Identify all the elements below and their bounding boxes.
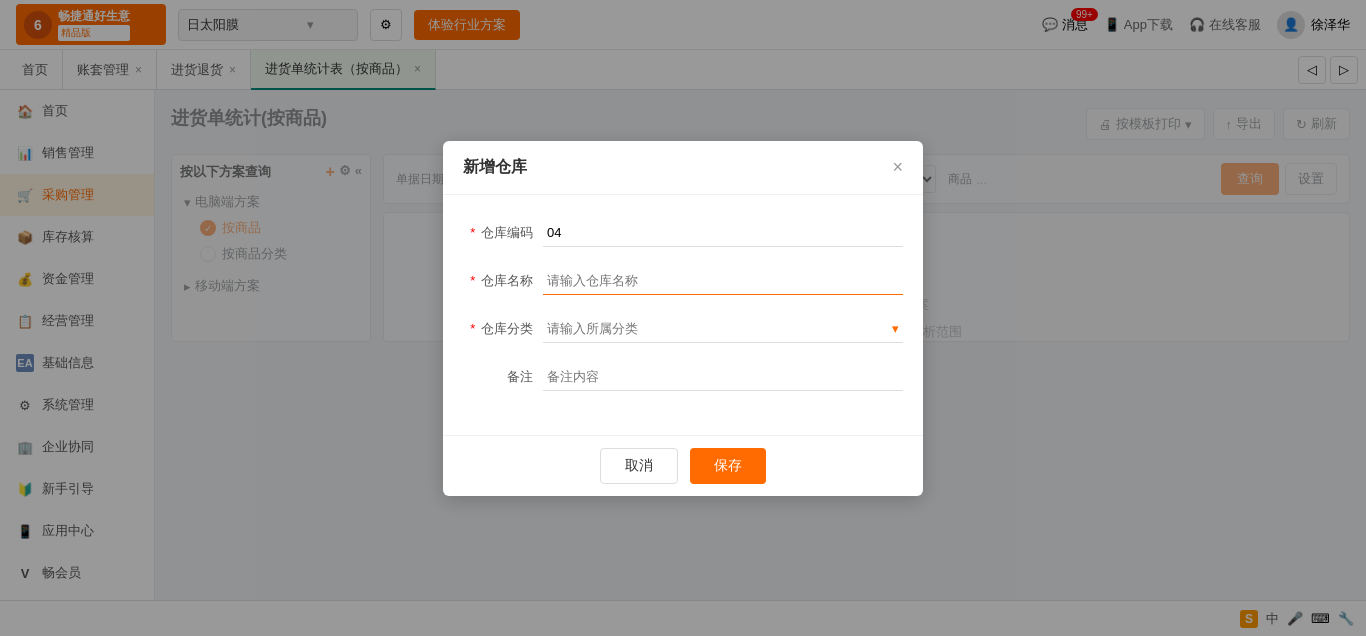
warehouse-category-input-wrap: ▾: [543, 315, 903, 343]
warehouse-name-row: * 仓库名称: [463, 267, 903, 295]
remark-row: 备注: [463, 363, 903, 391]
warehouse-code-input-wrap: [543, 219, 903, 247]
modal-overlay: 新增仓库 × * 仓库编码 * 仓库名称: [0, 0, 1366, 636]
warehouse-name-input-wrap: [543, 267, 903, 295]
required-star-1: *: [470, 225, 475, 240]
save-button[interactable]: 保存: [690, 448, 766, 484]
modal-body: * 仓库编码 * 仓库名称 *: [443, 195, 923, 435]
warehouse-category-label: * 仓库分类: [463, 320, 543, 338]
warehouse-category-row: * 仓库分类 ▾: [463, 315, 903, 343]
required-star-3: *: [470, 321, 475, 336]
modal-header: 新增仓库 ×: [443, 141, 923, 195]
warehouse-name-input[interactable]: [543, 267, 903, 295]
warehouse-code-label: * 仓库编码: [463, 224, 543, 242]
warehouse-code-input[interactable]: [543, 219, 903, 247]
required-star-2: *: [470, 273, 475, 288]
remark-input[interactable]: [543, 363, 903, 391]
modal-new-warehouse: 新增仓库 × * 仓库编码 * 仓库名称: [443, 141, 923, 496]
modal-close-btn[interactable]: ×: [892, 157, 903, 178]
modal-footer: 取消 保存: [443, 435, 923, 496]
warehouse-code-row: * 仓库编码: [463, 219, 903, 247]
cancel-button[interactable]: 取消: [600, 448, 678, 484]
warehouse-category-input[interactable]: [543, 315, 903, 343]
modal-title: 新增仓库: [463, 157, 527, 178]
remark-input-wrap: [543, 363, 903, 391]
warehouse-name-label: * 仓库名称: [463, 272, 543, 290]
remark-label: 备注: [463, 368, 543, 386]
